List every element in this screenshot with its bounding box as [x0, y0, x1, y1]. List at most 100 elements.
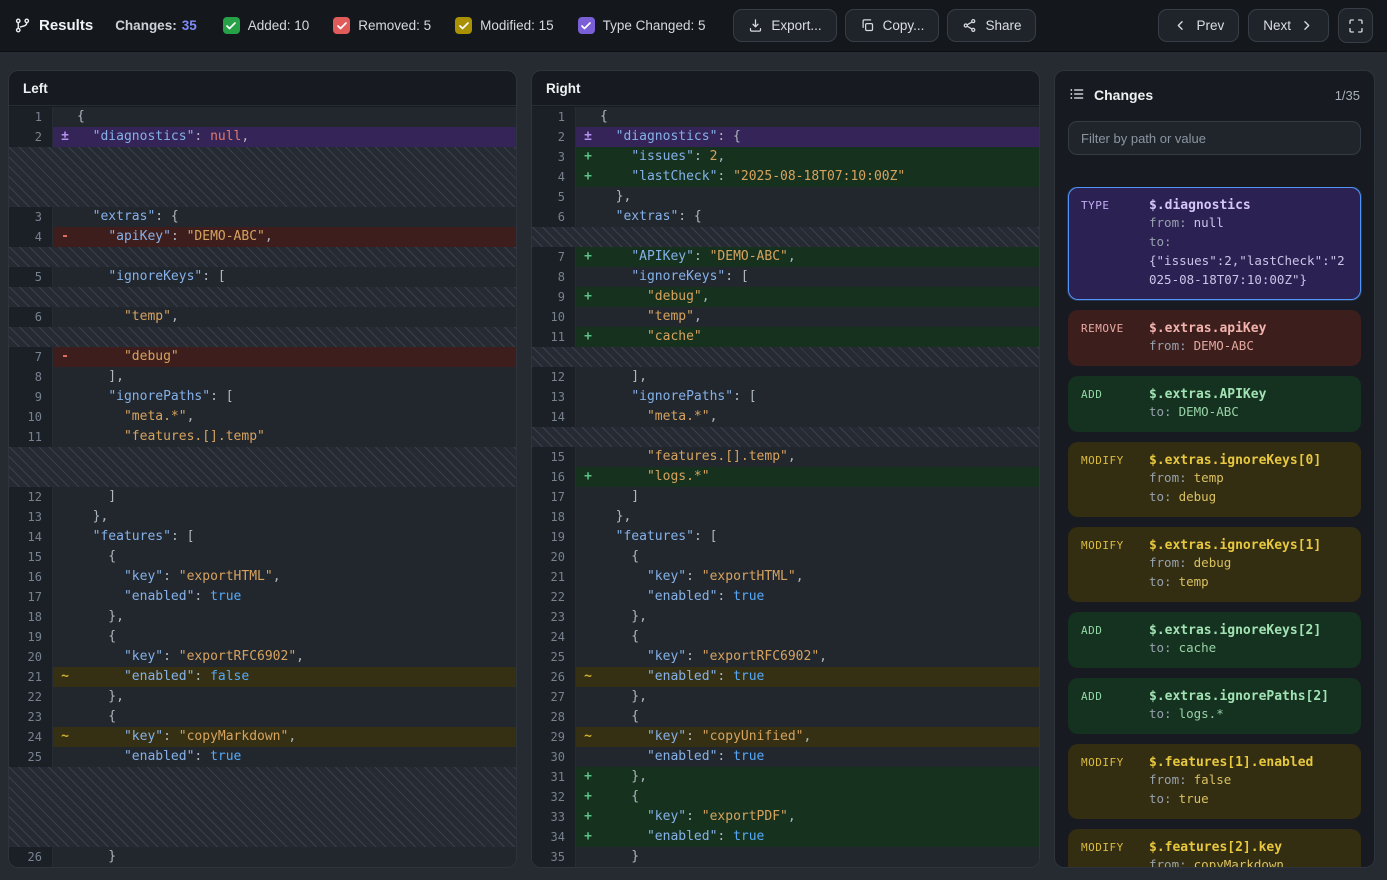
code-line: 12 ],	[532, 367, 1039, 387]
card-field-value: debug	[1178, 489, 1217, 504]
line-number: 20	[9, 647, 53, 667]
code-line: 22 },	[9, 687, 516, 707]
diff-sign	[576, 527, 600, 547]
line-number: 33	[532, 807, 576, 827]
prev-button[interactable]: Prev	[1158, 9, 1240, 42]
checkbox-checked-icon[interactable]	[333, 17, 351, 34]
code-line: 20 "key": "exportRFC6902",	[9, 647, 516, 667]
collapsed-region[interactable]	[9, 287, 516, 307]
change-card[interactable]: TYPE $.diagnostics from: null to: {"issues":2…	[1068, 187, 1361, 300]
filter-toggle-label: Removed: 5	[358, 18, 432, 33]
collapsed-region[interactable]	[532, 227, 1039, 247]
line-number: 8	[532, 267, 576, 287]
card-field-value: DEMO-ABC	[1193, 338, 1254, 353]
card-head: MODIFY $.features[1].enabled	[1081, 755, 1348, 770]
line-number: 2	[9, 127, 53, 147]
pagination-controls: Prev Next	[1158, 8, 1373, 43]
filter-toggle[interactable]: Modified: 15	[455, 17, 554, 34]
changes-filter-input[interactable]	[1068, 121, 1361, 155]
diff-sign	[576, 187, 600, 207]
collapsed-region[interactable]	[9, 247, 516, 267]
code-text: "features": [	[615, 529, 718, 544]
code-line: 17 ]	[532, 487, 1039, 507]
diff-sign: +	[584, 169, 592, 184]
changes-list: TYPE $.diagnostics from: null to: {"issues":2…	[1055, 187, 1374, 867]
code-text: {	[77, 709, 117, 724]
code-text: }	[77, 849, 117, 864]
collapsed-region[interactable]	[532, 347, 1039, 367]
change-kind-badge: ADD	[1081, 690, 1103, 703]
code-line: 31 + },	[532, 767, 1039, 787]
code-line: 21 ~ "enabled": false	[9, 667, 516, 687]
diff-sign: +	[584, 289, 592, 304]
checkbox-checked-icon[interactable]	[577, 17, 595, 34]
change-kind-badge: REMOVE	[1081, 322, 1124, 335]
fullscreen-button[interactable]	[1338, 8, 1373, 43]
chevron-left-icon	[1173, 18, 1188, 33]
diff-sign: ~	[584, 729, 592, 744]
next-button-label: Next	[1263, 18, 1291, 33]
filter-toggle-label: Type Changed: 5	[602, 18, 706, 33]
card-field: to: logs.*	[1149, 704, 1348, 723]
code-line: 11 + "cache"	[532, 327, 1039, 347]
change-card[interactable]: MODIFY $.extras.ignoreKeys[1] from: debug to…	[1068, 527, 1361, 602]
code-line: 28 {	[532, 707, 1039, 727]
code-line: 11 "features.[].temp"	[9, 427, 516, 447]
change-card[interactable]: MODIFY $.extras.ignoreKeys[0] from: temp to:…	[1068, 442, 1361, 517]
changes-pane: Changes 1/35 TYPE $.diagnostics from: null t…	[1054, 70, 1375, 868]
diff-sign: +	[584, 149, 592, 164]
change-card[interactable]: REMOVE $.extras.apiKey from: DEMO-ABC	[1068, 310, 1361, 366]
change-card[interactable]: ADD $.extras.ignoreKeys[2] to: cache	[1068, 612, 1361, 668]
change-kind-badge: MODIFY	[1081, 454, 1124, 467]
diff-sign	[53, 627, 77, 647]
code-line: 24 ~ "key": "copyMarkdown",	[9, 727, 516, 747]
line-number: 24	[9, 727, 53, 747]
change-path: $.diagnostics	[1149, 198, 1251, 213]
code-line: 1{	[532, 107, 1039, 127]
filter-toggle[interactable]: Type Changed: 5	[577, 17, 706, 34]
code-text: "enabled": true	[646, 589, 765, 604]
diff-sign: +	[584, 789, 592, 804]
card-field-label: from:	[1149, 555, 1187, 570]
collapsed-region[interactable]	[9, 147, 516, 207]
diff-sign	[576, 587, 600, 607]
collapsed-region[interactable]	[9, 767, 516, 847]
change-card[interactable]: MODIFY $.features[2].key from: copyMarkdown	[1068, 829, 1361, 867]
collapsed-region[interactable]	[9, 327, 516, 347]
code-line: 12 ]	[9, 487, 516, 507]
diff-sign	[576, 607, 600, 627]
code-line: 4- "apiKey": "DEMO-ABC",	[9, 227, 516, 247]
filter-toggle[interactable]: Added: 10	[222, 17, 309, 34]
line-number: 5	[9, 267, 53, 287]
diff-sign	[576, 207, 600, 227]
changes-count-value: 35	[181, 18, 197, 33]
share-icon	[962, 18, 977, 33]
export-button[interactable]: Export...	[733, 9, 837, 42]
collapsed-region[interactable]	[9, 447, 516, 487]
copy-button[interactable]: Copy...	[844, 9, 940, 42]
code-text: {	[600, 109, 608, 124]
line-number: 13	[532, 387, 576, 407]
code-line: 6 "extras": {	[532, 207, 1039, 227]
change-card[interactable]: ADD $.extras.APIKey to: DEMO-ABC	[1068, 376, 1361, 432]
filter-toggle[interactable]: Removed: 5	[333, 17, 431, 34]
code-line: 3 "extras": {	[9, 207, 516, 227]
card-field-value: copyMarkdown	[1193, 857, 1284, 867]
checkbox-checked-icon[interactable]	[222, 17, 240, 34]
collapsed-region[interactable]	[532, 427, 1039, 447]
changes-counter: 1/35	[1334, 87, 1360, 103]
change-card[interactable]: ADD $.extras.ignorePaths[2] to: logs.*	[1068, 678, 1361, 734]
diff-sign	[53, 707, 77, 727]
share-button[interactable]: Share	[947, 9, 1037, 42]
checkbox-checked-icon[interactable]	[455, 17, 473, 34]
change-card[interactable]: MODIFY $.features[1].enabled from: false to:…	[1068, 744, 1361, 819]
next-button[interactable]: Next	[1248, 9, 1329, 42]
line-number: 1	[9, 107, 53, 127]
line-number: 26	[532, 667, 576, 687]
change-kind-badge: MODIFY	[1081, 756, 1124, 769]
card-head: REMOVE $.extras.apiKey	[1081, 321, 1348, 336]
line-number: 3	[532, 147, 576, 167]
code-text: ],	[77, 369, 124, 384]
code-text: "ignorePaths": [	[631, 389, 757, 404]
line-number: 10	[532, 307, 576, 327]
